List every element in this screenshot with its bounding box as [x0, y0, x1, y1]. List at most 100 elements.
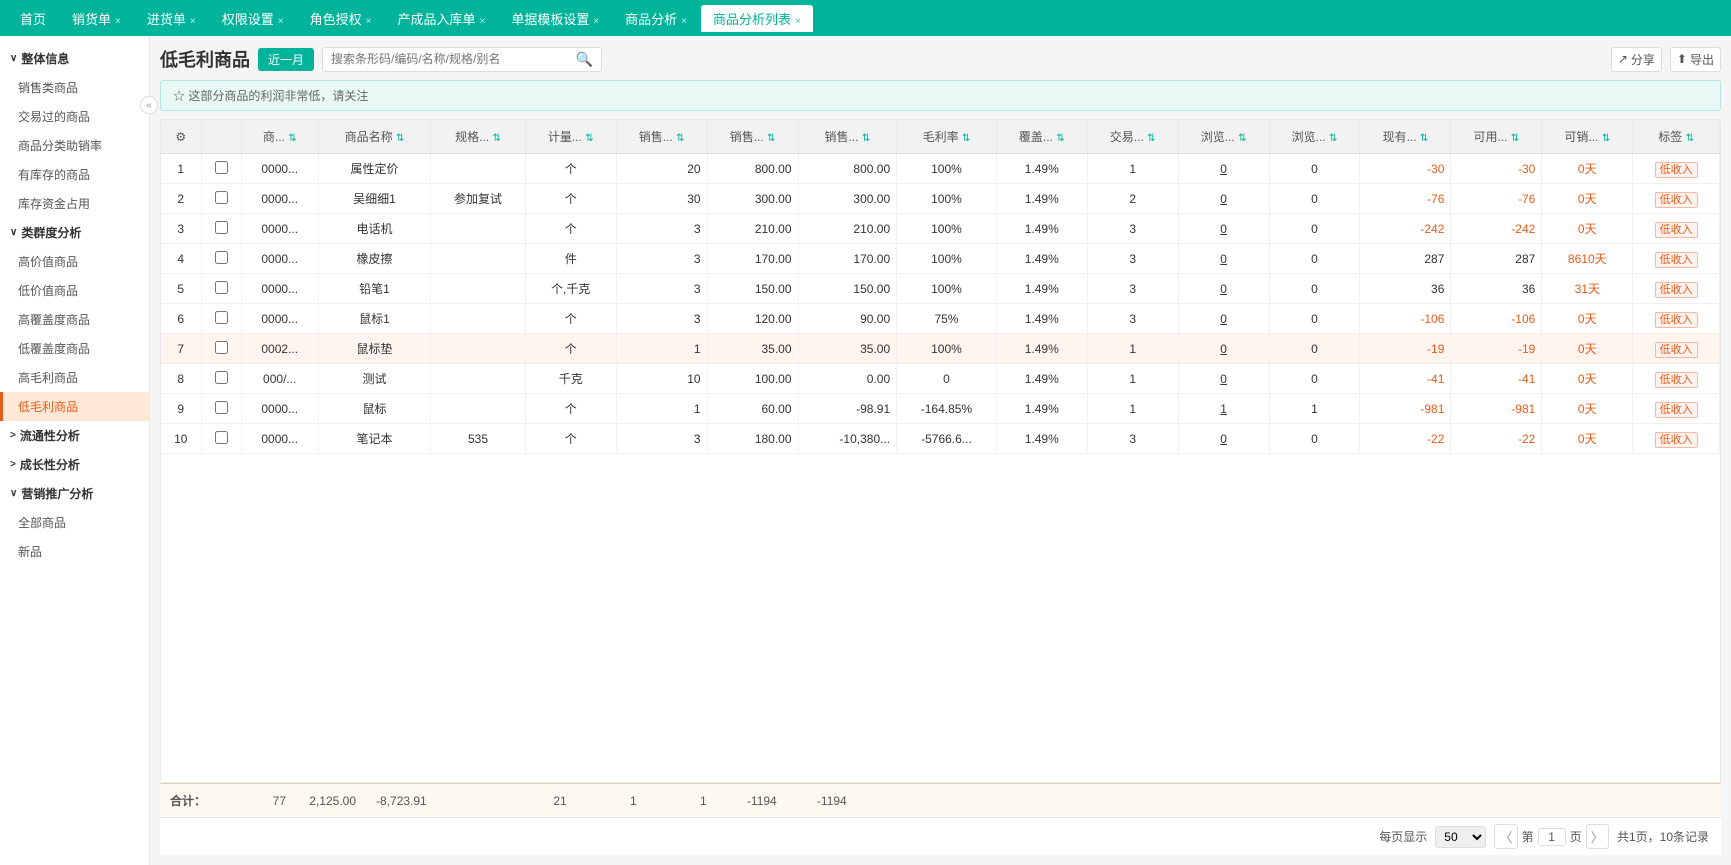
row-checkbox[interactable] [215, 191, 228, 204]
sellable-days: 31天 [1575, 282, 1600, 296]
sidebar-item-商品分类助销率[interactable]: 商品分类助销率 [0, 131, 149, 160]
per-page-select[interactable]: 2050100 [1435, 826, 1486, 848]
table-cell-sales_cost: 150.00 [798, 274, 897, 304]
views1-link[interactable]: 0 [1220, 432, 1227, 446]
col-header-sales_qty[interactable]: 销售... ⇅ [616, 120, 707, 154]
nav-item-单据模板设置[interactable]: 单据模板设置× [499, 5, 611, 32]
nav-item-权限设置[interactable]: 权限设置× [210, 5, 296, 32]
sidebar-section-1[interactable]: ∨类群度分析 [0, 218, 149, 247]
table-cell-available: -30 [1451, 154, 1542, 184]
sidebar-item-全部商品[interactable]: 全部商品 [0, 508, 149, 537]
sidebar-item-高覆盖度商品[interactable]: 高覆盖度商品 [0, 305, 149, 334]
row-checkbox[interactable] [215, 281, 228, 294]
row-checkbox[interactable] [215, 431, 228, 444]
table-cell-code: 0000... [241, 394, 318, 424]
next-page-button[interactable]: 〉 [1586, 824, 1609, 849]
views1-link[interactable]: 0 [1220, 282, 1227, 296]
sidebar-item-高毛利商品[interactable]: 高毛利商品 [0, 363, 149, 392]
close-tab-icon[interactable]: × [479, 16, 485, 27]
sidebar-item-低价值商品[interactable]: 低价值商品 [0, 276, 149, 305]
nav-item-首页[interactable]: 首页 [8, 5, 58, 32]
close-tab-icon[interactable]: × [278, 16, 284, 27]
col-header-transactions[interactable]: 交易... ⇅ [1087, 120, 1178, 154]
tag-badge: 低收入 [1655, 342, 1698, 358]
table-cell-sales_amt: 100.00 [707, 364, 798, 394]
col-header-tag[interactable]: 标签 ⇅ [1633, 120, 1720, 154]
row-checkbox[interactable] [215, 401, 228, 414]
nav-item-商品分析[interactable]: 商品分析× [613, 5, 699, 32]
col-header-coverage[interactable]: 覆盖... ⇅ [996, 120, 1087, 154]
search-container: 🔍 [322, 47, 602, 72]
close-tab-icon[interactable]: × [366, 16, 372, 27]
table-cell-spec [431, 214, 525, 244]
table-cell-available: -76 [1451, 184, 1542, 214]
col-header-available[interactable]: 可用... ⇅ [1451, 120, 1542, 154]
views1-link[interactable]: 0 [1220, 222, 1227, 236]
nav-item-商品分析列表[interactable]: 商品分析列表× [701, 5, 813, 32]
prev-page-button[interactable]: 〈 [1494, 824, 1517, 849]
sidebar-section-3[interactable]: >成长性分析 [0, 450, 149, 479]
views1-link[interactable]: 0 [1220, 252, 1227, 266]
col-header-gross_margin[interactable]: 毛利率 ⇅ [897, 120, 997, 154]
sidebar-item-低覆盖度商品[interactable]: 低覆盖度商品 [0, 334, 149, 363]
table-cell-sellable_days: 31天 [1542, 274, 1633, 304]
views1-link[interactable]: 0 [1220, 192, 1227, 206]
col-header-sales_cost[interactable]: 销售... ⇅ [798, 120, 897, 154]
table-cell-sales_amt: 800.00 [707, 154, 798, 184]
sidebar-item-新品[interactable]: 新品 [0, 537, 149, 566]
sidebar-section-4[interactable]: ∨营销推广分析 [0, 479, 149, 508]
sidebar-item-高价值商品[interactable]: 高价值商品 [0, 247, 149, 276]
row-checkbox[interactable] [215, 311, 228, 324]
section-label: 流通性分析 [20, 427, 80, 444]
col-header-name[interactable]: 商品名称 ⇅ [318, 120, 431, 154]
sidebar: ∨整体信息销售类商品交易过的商品商品分类助销率有库存的商品库存资金占用∨类群度分… [0, 36, 150, 865]
sidebar-section-0[interactable]: ∨整体信息 [0, 44, 149, 73]
export-icon: ⬆ [1677, 52, 1687, 66]
col-header-sellable_days[interactable]: 可销... ⇅ [1542, 120, 1633, 154]
sort-icon: ⇅ [962, 133, 970, 144]
search-icon[interactable]: 🔍 [576, 51, 593, 68]
close-tab-icon[interactable]: × [190, 16, 196, 27]
views1-link[interactable]: 0 [1220, 372, 1227, 386]
col-header-spec[interactable]: 规格... ⇅ [431, 120, 525, 154]
tag-badge: 低收入 [1655, 402, 1698, 418]
row-checkbox[interactable] [215, 161, 228, 174]
nav-item-产成品入库单[interactable]: 产成品入库单× [385, 5, 497, 32]
row-checkbox[interactable] [215, 221, 228, 234]
close-tab-icon[interactable]: × [681, 16, 687, 27]
col-header-sales_amt[interactable]: 销售... ⇅ [707, 120, 798, 154]
row-checkbox[interactable] [215, 341, 228, 354]
tag-badge: 低收入 [1655, 432, 1698, 448]
views1-link[interactable]: 0 [1220, 312, 1227, 326]
col-header-views1[interactable]: 浏览... ⇅ [1178, 120, 1269, 154]
nav-item-销货单[interactable]: 销货单× [60, 5, 133, 32]
search-input[interactable] [331, 52, 576, 66]
share-button[interactable]: ↗ 分享 [1611, 47, 1662, 72]
table-cell-current_stock: -19 [1360, 334, 1451, 364]
nav-item-进货单[interactable]: 进货单× [135, 5, 208, 32]
col-header-current_stock[interactable]: 现有... ⇅ [1360, 120, 1451, 154]
sidebar-item-低毛利商品[interactable]: 低毛利商品 [0, 392, 149, 421]
export-button[interactable]: ⬆ 导出 [1670, 47, 1721, 72]
row-checkbox[interactable] [215, 371, 228, 384]
views1-link[interactable]: 0 [1220, 342, 1227, 356]
sidebar-section-2[interactable]: >流通性分析 [0, 421, 149, 450]
close-tab-icon[interactable]: × [795, 16, 801, 27]
sidebar-item-库存资金占用[interactable]: 库存资金占用 [0, 189, 149, 218]
col-header-views2[interactable]: 浏览... ⇅ [1269, 120, 1360, 154]
close-tab-icon[interactable]: × [115, 16, 121, 27]
row-checkbox[interactable] [215, 251, 228, 264]
col-header-code[interactable]: 商... ⇅ [241, 120, 318, 154]
period-button[interactable]: 近一月 [258, 48, 314, 71]
table-cell-transactions: 1 [1087, 364, 1178, 394]
col-header-unit[interactable]: 计量... ⇅ [525, 120, 616, 154]
views1-link[interactable]: 0 [1220, 162, 1227, 176]
close-tab-icon[interactable]: × [593, 16, 599, 27]
sidebar-item-交易过的商品[interactable]: 交易过的商品 [0, 102, 149, 131]
sidebar-collapse-button[interactable]: « [140, 96, 158, 114]
table-cell-coverage: 1.49% [996, 214, 1087, 244]
views1-link[interactable]: 1 [1220, 402, 1227, 416]
sidebar-item-销售类商品[interactable]: 销售类商品 [0, 73, 149, 102]
nav-item-角色授权[interactable]: 角色授权× [298, 5, 384, 32]
sidebar-item-有库存的商品[interactable]: 有库存的商品 [0, 160, 149, 189]
